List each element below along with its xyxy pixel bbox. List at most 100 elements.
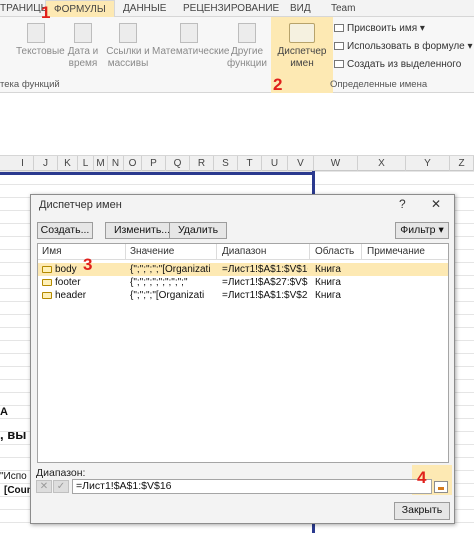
math-theta-icon	[180, 23, 198, 43]
column-header[interactable]: Y	[406, 156, 450, 171]
column-note-header[interactable]: Примечание	[367, 246, 425, 257]
more-functions-button[interactable]: Другие функции	[226, 23, 268, 70]
print-area-border-top	[0, 172, 312, 175]
tab-data[interactable]: ДАННЫЕ	[123, 0, 166, 17]
date-time-button[interactable]: Дата и время	[63, 23, 103, 70]
text-function-icon	[27, 23, 45, 43]
filter-button[interactable]: Фильтр ▾	[395, 222, 449, 239]
column-header[interactable]: S	[214, 156, 238, 171]
value-cell: {";";";";"[Organizati	[130, 264, 211, 275]
table-row[interactable]: header {";";";"[Organizati =Лист1!$A$1:$…	[38, 289, 448, 302]
scope-cell: Книга	[315, 264, 341, 275]
column-header[interactable]: O	[124, 156, 142, 171]
column-header[interactable]: P	[142, 156, 166, 171]
column-header[interactable]: T	[238, 156, 262, 171]
delete-button[interactable]: Удалить	[169, 222, 227, 239]
create-from-selection-label: Создать из выделенного	[347, 59, 462, 70]
name-tag-icon	[42, 279, 52, 286]
column-header[interactable]: L	[78, 156, 94, 171]
column-header[interactable]: I	[12, 156, 34, 171]
close-button[interactable]: Закрыть	[394, 502, 450, 520]
create-button[interactable]: Создать...	[37, 222, 93, 239]
column-range-header[interactable]: Диапазон	[222, 246, 266, 257]
name-manager-dialog: Диспетчер имен ? ✕ Создать... Изменить..…	[30, 194, 455, 524]
range-cell: =Лист1!$A$1:$V$16	[222, 264, 308, 275]
column-value-header[interactable]: Значение	[130, 246, 174, 257]
column-header[interactable]: N	[108, 156, 124, 171]
range-input[interactable]: =Лист1!$A$1:$V$16	[72, 479, 432, 494]
column-separator	[361, 244, 362, 260]
column-separator	[125, 244, 126, 260]
cell-text: "Испо	[0, 471, 27, 482]
name-manager-label: Диспетчер имен	[277, 46, 327, 69]
use-in-formula-button[interactable]: Использовать в формуле ▾	[334, 41, 473, 52]
math-functions-label: Математические	[152, 46, 230, 57]
name-text: header	[55, 290, 87, 301]
column-header[interactable]: W	[314, 156, 358, 171]
define-name-button[interactable]: Присвоить имя ▾	[334, 23, 425, 34]
annotation-number: 1	[41, 3, 51, 22]
formula-bar-area	[0, 94, 474, 156]
column-header[interactable]: Q	[166, 156, 190, 171]
text-functions-label: Текстовые	[16, 46, 65, 57]
ribbon-tab-bar: ТРАНИЦЫ ФОРМУЛЫ ДАННЫЕ РЕЦЕНЗИРОВАНИЕ ВИ…	[0, 0, 474, 17]
use-in-formula-label: Использовать в формуле	[347, 41, 465, 52]
names-list[interactable]: Имя Значение Диапазон Область Примечание…	[37, 243, 449, 463]
math-functions-button[interactable]: Математические	[152, 23, 230, 58]
column-separator	[216, 244, 217, 260]
column-name-header[interactable]: Имя	[42, 246, 61, 257]
text-functions-button[interactable]: Текстовые	[16, 23, 65, 58]
confirm-edit-icon[interactable]: ✓	[53, 480, 69, 493]
tab-review[interactable]: РЕЦЕНЗИРОВАНИЕ	[183, 0, 279, 17]
tab-team[interactable]: Team	[331, 0, 355, 17]
column-header[interactable]: M	[94, 156, 108, 171]
range-label: Диапазон:	[36, 467, 86, 479]
column-header[interactable]: K	[58, 156, 78, 171]
help-icon[interactable]: ?	[399, 197, 406, 211]
table-row[interactable]: body {";";";";"[Organizati =Лист1!$A$1:$…	[38, 263, 448, 276]
range-cell: =Лист1!$A$27:$V$31	[222, 277, 308, 288]
name-tag-icon	[42, 266, 52, 273]
tab-view[interactable]: ВИД	[290, 0, 311, 17]
calendar-icon	[74, 23, 92, 43]
edit-button[interactable]: Изменить...	[105, 222, 179, 239]
column-header[interactable]: R	[190, 156, 214, 171]
name-cell: footer	[42, 276, 124, 289]
name-text: body	[55, 264, 77, 275]
column-header[interactable]: X	[358, 156, 406, 171]
close-icon[interactable]: ✕	[431, 197, 441, 211]
cell-text: , вы	[0, 427, 27, 442]
column-header[interactable]: V	[288, 156, 314, 171]
column-header[interactable]: U	[262, 156, 288, 171]
define-name-icon	[334, 24, 344, 33]
scope-cell: Книга	[315, 277, 341, 288]
name-manager-icon	[289, 23, 315, 43]
tab-formulas[interactable]: ФОРМУЛЫ	[45, 0, 115, 17]
collapse-dialog-icon[interactable]	[434, 481, 448, 493]
scope-cell: Книга	[315, 290, 341, 301]
column-separator	[309, 244, 310, 260]
table-row[interactable]: footer {";";";";";";";";" =Лист1!$A$27:$…	[38, 276, 448, 289]
column-scope-header[interactable]: Область	[315, 246, 354, 257]
annotation-number: 4	[417, 468, 427, 487]
cell-text: A	[0, 406, 8, 418]
create-from-selection-button[interactable]: Создать из выделенного	[334, 59, 461, 70]
lookup-icon	[119, 23, 137, 43]
column-headers: I J K L M N O P Q R S T U V W X Y Z	[0, 156, 474, 171]
annotation-number: 2	[273, 75, 283, 94]
cancel-edit-icon[interactable]: ✕	[36, 480, 52, 493]
filter-label: Фильтр	[400, 224, 436, 236]
define-name-label: Присвоить имя	[347, 23, 418, 34]
column-header[interactable]: J	[34, 156, 58, 171]
lookup-reference-button[interactable]: Ссылки и массивы	[104, 23, 152, 70]
list-header: Имя Значение Диапазон Область Примечание	[38, 244, 448, 260]
dialog-title: Диспетчер имен	[39, 199, 122, 211]
column-header[interactable]: Z	[450, 156, 474, 171]
create-from-selection-icon	[334, 60, 344, 69]
value-cell: {";";";";";";";";"	[130, 277, 188, 288]
date-time-label: Дата и время	[67, 46, 99, 69]
name-cell: header	[42, 289, 124, 302]
chevron-down-icon: ▾	[438, 224, 444, 236]
more-functions-icon	[238, 23, 256, 43]
range-cell: =Лист1!$A$1:$V$22	[222, 290, 308, 301]
